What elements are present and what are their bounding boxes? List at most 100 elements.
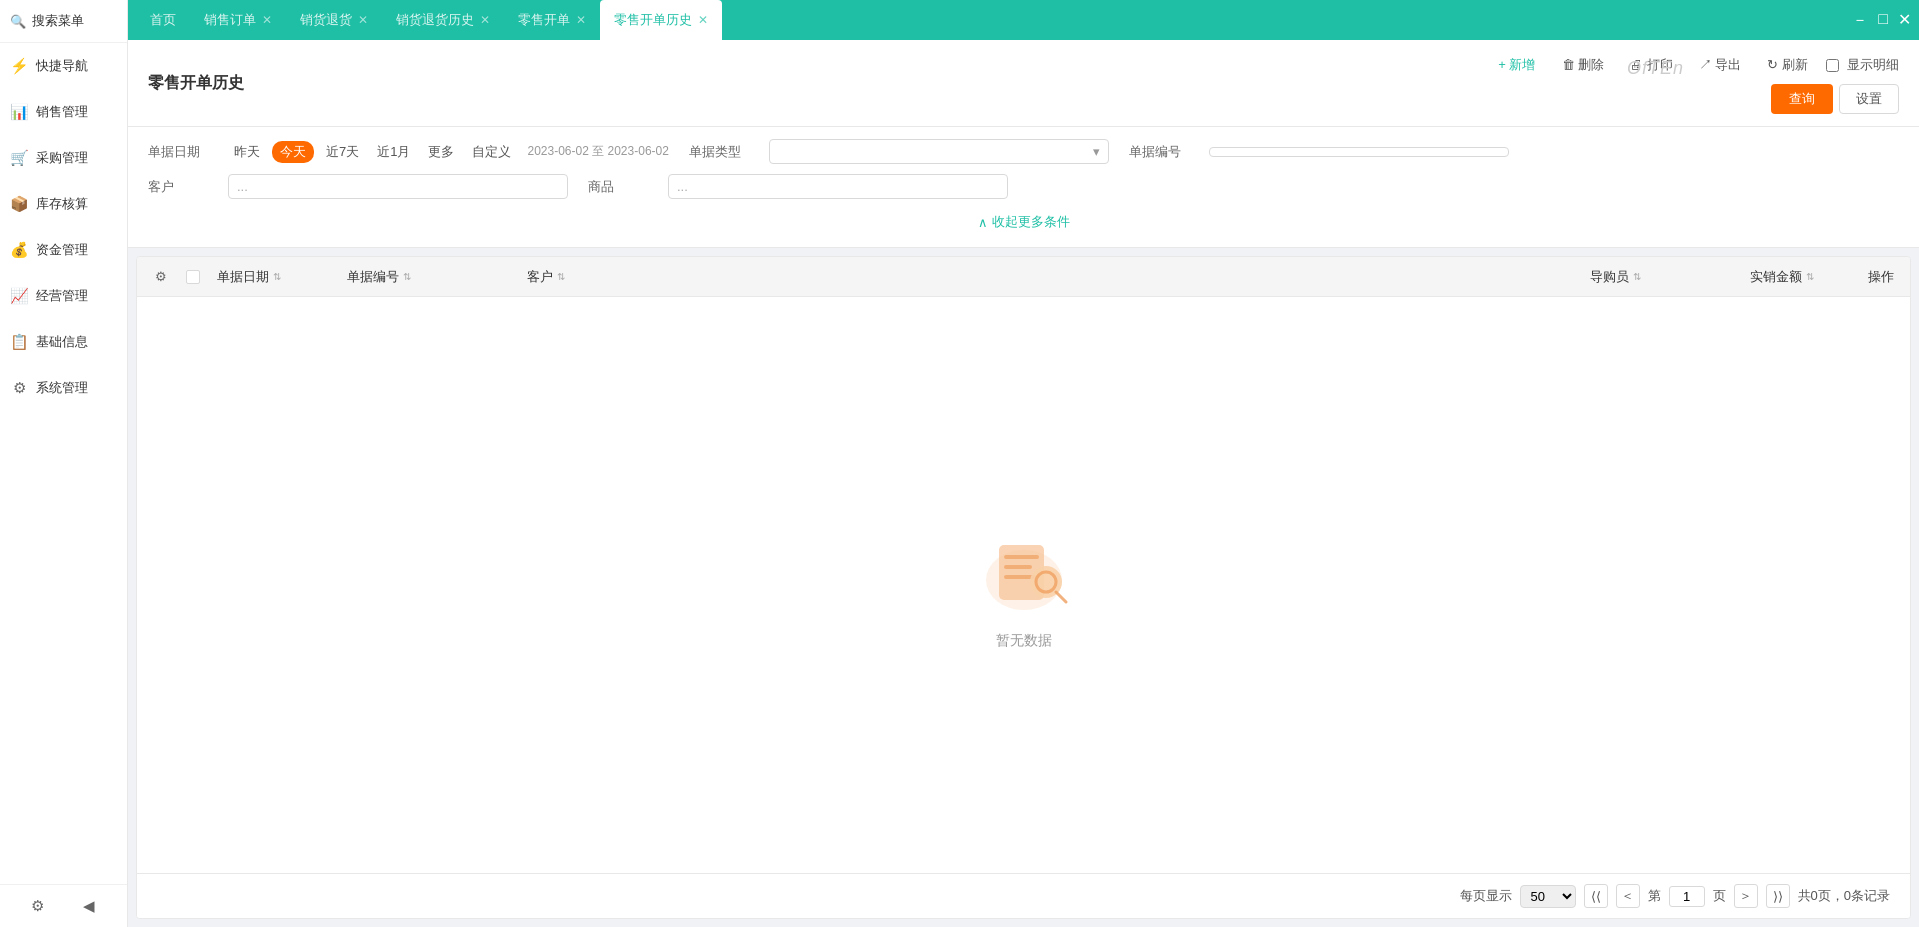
display-detail-checkbox[interactable] [1826,59,1839,72]
date-range-display: 2023-06-02 至 2023-06-02 [527,143,668,160]
export-button[interactable]: ↗ 导出 [1691,52,1750,78]
empty-icon [974,520,1074,620]
collapse-icon[interactable]: ◀ [80,897,98,915]
sidebar-item-sys-mgmt[interactable]: ⚙系统管理 [0,365,127,411]
main-content: 首页销售订单✕销货退货✕销货退货历史✕零售开单✕零售开单历史✕ － □ ✕ 零售… [128,0,1919,927]
per-page-select[interactable]: 50 10 20 100 [1520,885,1576,908]
date-opt-yesterday[interactable]: 昨天 [228,141,266,163]
select-all-checkbox[interactable] [186,270,200,284]
date-opt-7days[interactable]: 近7天 [320,141,365,163]
tab-home[interactable]: 首页 [136,0,190,40]
maximize-btn[interactable]: □ [1878,10,1888,31]
query-button[interactable]: 查询 [1771,84,1833,114]
date-opt-today[interactable]: 今天 [272,141,314,163]
filter-row-1: 单据日期 昨天 今天 近7天 近1月 更多 自定义 2023-06-02 至 2… [148,139,1899,164]
tab-sales-return-history-close[interactable]: ✕ [480,13,490,27]
tab-retail-open-history[interactable]: 零售开单历史✕ [600,0,722,40]
th-guide-label: 导购员 [1590,268,1629,286]
date-opt-custom[interactable]: 自定义 [466,141,517,163]
quick-nav-label: 快捷导航 [36,57,88,75]
page-input[interactable] [1669,886,1705,907]
sidebar-item-sales-mgmt[interactable]: 📊销售管理 [0,89,127,135]
refresh-button[interactable]: ↻ 刷新 [1759,52,1816,78]
bill-type-label: 单据类型 [689,143,749,161]
sidebar-item-base-info[interactable]: 📋 基础信息 [0,319,127,365]
goods-input[interactable]: ... [668,174,1008,199]
sort-num-icon: ⇅ [403,271,411,282]
close-btn[interactable]: ✕ [1898,10,1911,31]
first-page-btn[interactable]: ⟨⟨ [1584,884,1608,908]
finance-label: 资金管理 [36,241,88,259]
base-info-icon: 📋 [10,333,28,351]
operations-icon: 📈 [10,287,28,305]
tab-sales-return-label: 销货退货 [300,11,352,29]
tab-retail-open-close[interactable]: ✕ [576,13,586,27]
bill-num-input[interactable] [1209,147,1509,157]
th-num[interactable]: 单据编号 ⇅ [339,268,519,286]
customer-input[interactable]: ... [228,174,568,199]
sidebar-search-label: 搜索菜单 [32,12,84,30]
search-icon: 🔍 [10,14,26,29]
tab-sales-order[interactable]: 销售订单 ✕ [190,0,286,40]
sidebar-bottom: ⚙ ◀ [0,884,127,927]
tab-sales-return-history[interactable]: 销货退货历史 ✕ [382,0,504,40]
tab-retail-open[interactable]: 零售开单✕ [504,0,600,40]
svg-rect-2 [1004,555,1039,559]
goods-filter-label: 商品 [588,178,648,196]
th-date-label: 单据日期 [217,268,269,286]
th-customer[interactable]: 客户 ⇅ [519,268,1582,286]
sidebar-item-inventory[interactable]: 📦库存核算 [0,181,127,227]
tab-home-label: 首页 [150,11,176,29]
date-opt-more[interactable]: 更多 [422,141,460,163]
header-actions: + 新增 🗑 删除 🖨 打印 ↗ 导出 ↻ 刷新 显示明细 查询 设置 [1490,52,1899,114]
last-page-btn[interactable]: ⟩⟩ [1766,884,1790,908]
th-guide[interactable]: 导购员 ⇅ [1582,268,1702,286]
tab-sales-return-history-label: 销货退货历史 [396,11,474,29]
inventory-icon: 📦 [10,195,28,213]
per-page-label: 每页显示 [1460,887,1512,905]
sort-date-icon: ⇅ [273,271,281,282]
date-filter-label: 单据日期 [148,143,208,161]
setting-button[interactable]: 设置 [1839,84,1899,114]
table-header: ⚙ 单据日期 ⇅ 单据编号 ⇅ 客户 ⇅ 导购员 ⇅ 实销金额 ⇅ [137,257,1910,297]
th-num-label: 单据编号 [347,268,399,286]
minimize-btn[interactable]: － [1852,10,1868,31]
prev-page-btn[interactable]: ＜ [1616,884,1640,908]
filter-area: 单据日期 昨天 今天 近7天 近1月 更多 自定义 2023-06-02 至 2… [128,127,1919,248]
tab-sales-order-label: 销售订单 [204,11,256,29]
sys-mgmt-label: 系统管理 [36,379,88,397]
tab-bar: 首页销售订单✕销货退货✕销货退货历史✕零售开单✕零售开单历史✕ － □ ✕ [128,0,1919,40]
base-info-label: 基础信息 [36,333,88,351]
sort-guide-icon: ⇅ [1633,271,1641,282]
tab-sales-order-close[interactable]: ✕ [262,13,272,27]
th-settings-icon[interactable]: ⚙ [145,269,177,284]
customer-filter-label: 客户 [148,178,208,196]
sidebar-item-quick-nav[interactable]: ⚡快捷导航 [0,43,127,89]
sidebar-search[interactable]: 🔍 搜索菜单 [0,0,127,43]
bill-type-select[interactable]: ▾ [769,139,1109,164]
sales-mgmt-label: 销售管理 [36,103,88,121]
tab-sales-return-close[interactable]: ✕ [358,13,368,27]
next-page-btn[interactable]: ＞ [1734,884,1758,908]
delete-button[interactable]: 🗑 删除 [1554,52,1613,78]
sidebar-item-operations[interactable]: 📈经营管理 [0,273,127,319]
goods-dots: ... [677,179,688,194]
settings-icon[interactable]: ⚙ [29,897,47,915]
bill-num-label: 单据编号 [1129,143,1189,161]
table-area: ⚙ 单据日期 ⇅ 单据编号 ⇅ 客户 ⇅ 导购员 ⇅ 实销金额 ⇅ [136,256,1911,919]
print-button[interactable]: 🖨 打印 [1622,52,1681,78]
th-op: 操作 [1822,268,1902,286]
collapse-button[interactable]: ∧ 收起更多条件 [148,209,1899,235]
tab-retail-open-history-close[interactable]: ✕ [698,13,708,27]
display-detail-toggle[interactable]: 显示明细 [1826,56,1899,74]
th-date[interactable]: 单据日期 ⇅ [209,268,339,286]
sidebar-item-purchase-mgmt[interactable]: 🛒采购管理 [0,135,127,181]
add-button[interactable]: + 新增 [1490,52,1543,78]
tab-sales-return[interactable]: 销货退货 ✕ [286,0,382,40]
th-amount[interactable]: 实销金额 ⇅ [1702,268,1822,286]
date-opt-1month[interactable]: 近1月 [371,141,416,163]
sidebar-item-finance[interactable]: 💰资金管理 [0,227,127,273]
page-label: 第 [1648,887,1661,905]
th-checkbox[interactable] [177,270,209,284]
th-customer-label: 客户 [527,268,553,286]
